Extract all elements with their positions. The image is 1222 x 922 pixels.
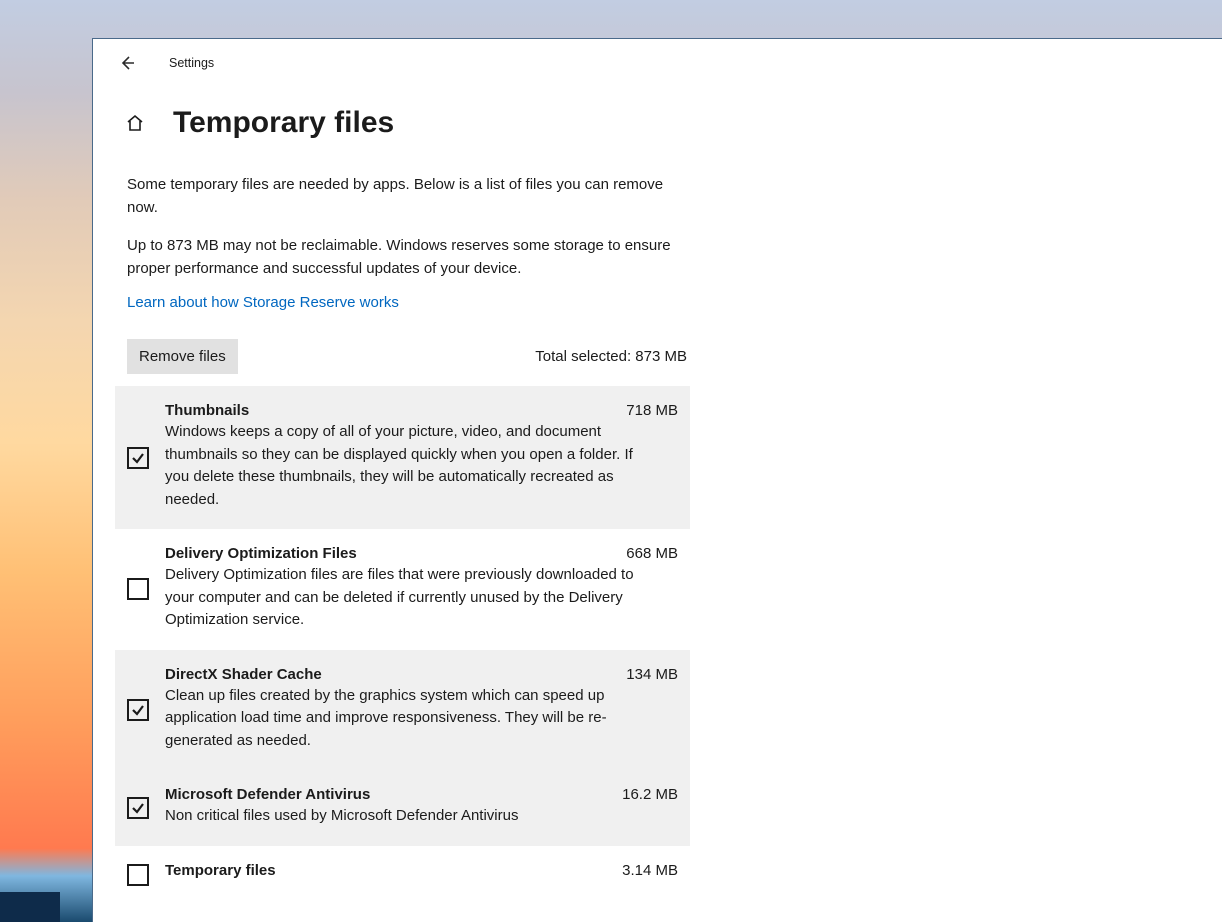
category-title: Temporary files [165, 862, 276, 879]
category-header: Delivery Optimization Files 668 MB [165, 545, 678, 562]
category-description: Delivery Optimization files are files th… [165, 564, 635, 632]
category-title: DirectX Shader Cache [165, 666, 322, 683]
page-title: Temporary files [173, 106, 394, 140]
category-title: Microsoft Defender Antivirus [165, 786, 370, 803]
settings-window: Settings Temporary files Some temporary … [92, 38, 1222, 922]
category-size: 718 MB [626, 402, 678, 419]
file-category-item[interactable]: DirectX Shader Cache 134 MB Clean up files… [115, 650, 690, 771]
category-title: Thumbnails [165, 402, 249, 419]
category-checkbox[interactable] [127, 578, 149, 600]
titlebar: Settings [93, 39, 1222, 87]
category-header: DirectX Shader Cache 134 MB [165, 666, 678, 683]
category-body: Microsoft Defender Antivirus 16.2 MB Non c… [165, 786, 678, 828]
category-header: Microsoft Defender Antivirus 16.2 MB [165, 786, 678, 803]
page-header: Temporary files [93, 105, 1222, 141]
home-button[interactable] [117, 105, 153, 141]
category-description: Windows keeps a copy of all of your pict… [165, 421, 635, 511]
category-checkbox[interactable] [127, 447, 149, 469]
content-area: Some temporary files are needed by apps.… [93, 173, 743, 904]
category-size: 668 MB [626, 545, 678, 562]
total-selected-label: Total selected: 873 MB [535, 348, 687, 365]
taskbar-corner [0, 892, 60, 922]
category-description: Clean up files created by the graphics s… [165, 685, 635, 753]
category-size: 16.2 MB [622, 786, 678, 803]
back-arrow-icon [119, 55, 135, 71]
check-icon [131, 703, 145, 717]
category-body: DirectX Shader Cache 134 MB Clean up files… [165, 666, 678, 753]
category-checkbox[interactable] [127, 797, 149, 819]
back-button[interactable] [107, 43, 147, 83]
category-body: Delivery Optimization Files668 MBDeliver… [165, 545, 678, 632]
category-size: 134 MB [626, 666, 678, 683]
category-body: Thumbnails 718 MB Windows keeps a copy of … [165, 402, 678, 511]
file-category-item[interactable]: Temporary files 3.14 MB [115, 846, 690, 904]
file-category-list: Thumbnails 718 MB Windows keeps a copy of … [115, 386, 690, 904]
category-body: Temporary files 3.14 MB [165, 862, 678, 886]
category-checkbox[interactable] [127, 699, 149, 721]
home-icon [125, 113, 145, 133]
remove-files-button[interactable]: Remove files [127, 339, 238, 374]
category-size: 3.14 MB [622, 862, 678, 879]
desktop-wallpaper: Settings Temporary files Some temporary … [0, 0, 1222, 922]
storage-reserve-link[interactable]: Learn about how Storage Reserve works [127, 294, 399, 311]
app-name: Settings [169, 56, 214, 70]
category-header: Temporary files 3.14 MB [165, 862, 678, 879]
check-icon [131, 801, 145, 815]
category-header: Thumbnails 718 MB [165, 402, 678, 419]
file-category-item[interactable]: Delivery Optimization Files668 MBDeliver… [115, 529, 690, 650]
file-category-item[interactable]: Microsoft Defender Antivirus 16.2 MB Non c… [115, 770, 690, 846]
category-checkbox[interactable] [127, 864, 149, 886]
category-description: Non critical files used by Microsoft Def… [165, 805, 635, 828]
intro-text-2: Up to 873 MB may not be reclaimable. Win… [127, 234, 687, 281]
action-row: Remove files Total selected: 873 MB [127, 339, 687, 374]
category-title: Delivery Optimization Files [165, 545, 357, 562]
intro-text-1: Some temporary files are needed by apps.… [127, 173, 687, 220]
file-category-item[interactable]: Thumbnails 718 MB Windows keeps a copy of … [115, 386, 690, 529]
check-icon [131, 451, 145, 465]
